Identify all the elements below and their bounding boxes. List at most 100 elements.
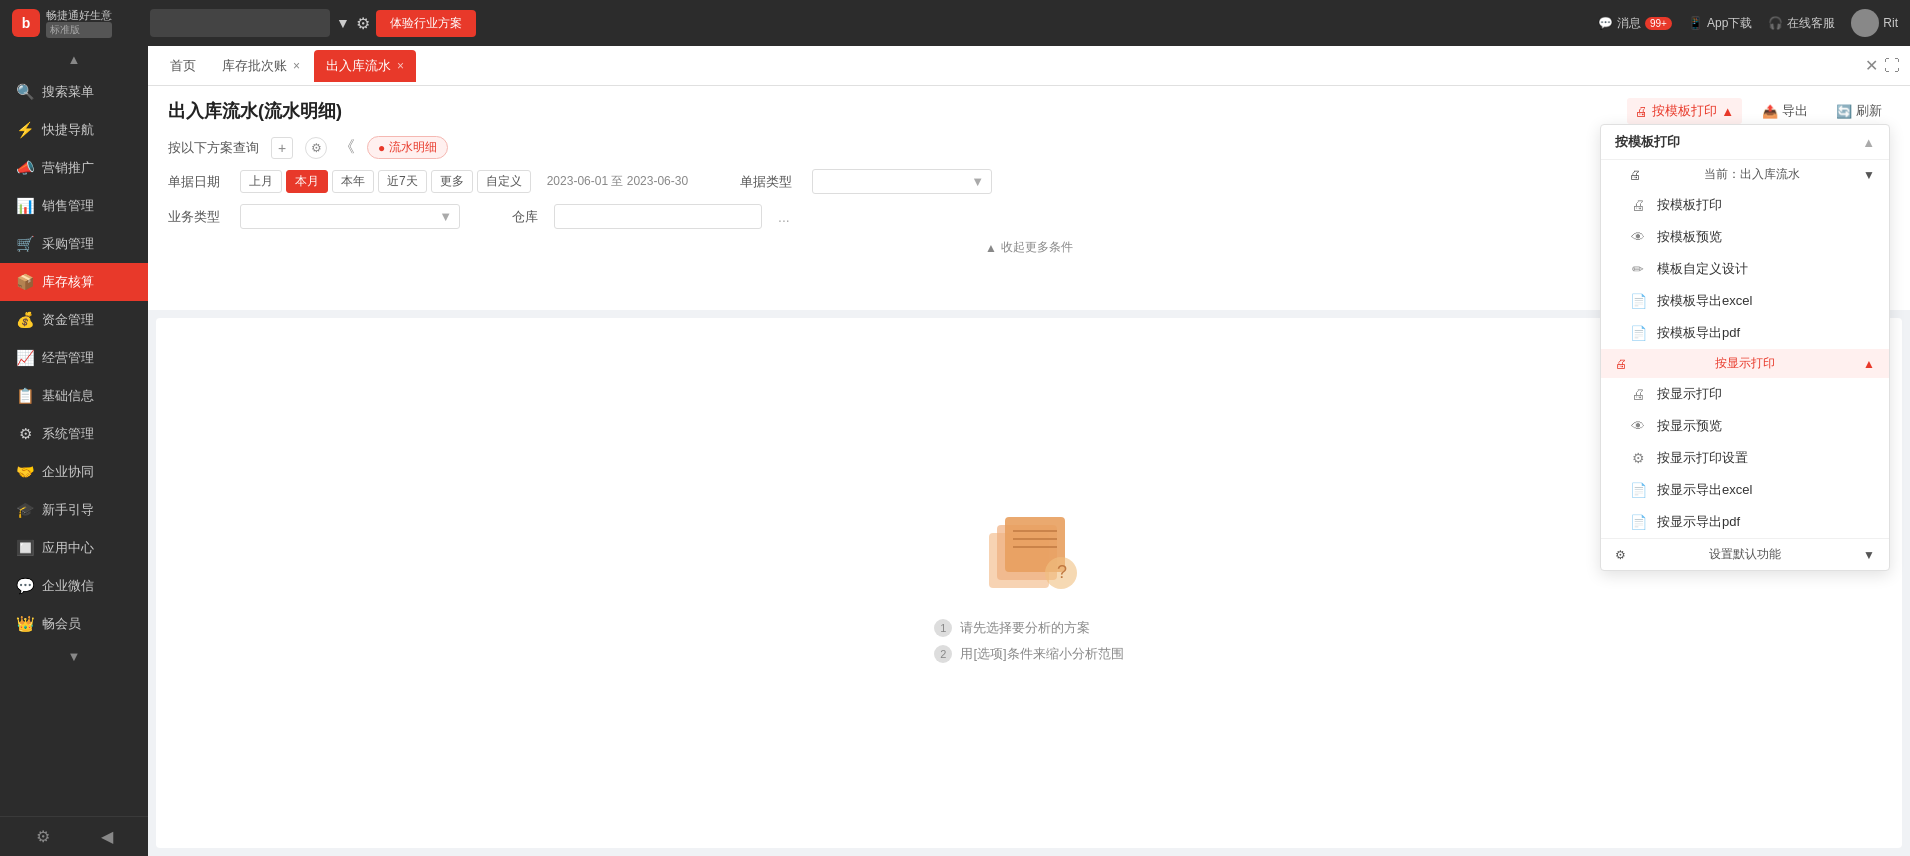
dropdown-item-template-pdf[interactable]: 📄 按模板导出pdf xyxy=(1601,317,1889,349)
marketing-icon: 📣 xyxy=(16,159,34,177)
app-download-label: App下载 xyxy=(1707,15,1752,32)
sidebar-item-label: 基础信息 xyxy=(42,387,94,405)
display-section-icon: 🖨 xyxy=(1615,357,1627,371)
dropdown-chevron-up[interactable]: ▲ xyxy=(1862,135,1875,150)
sidebar-item-label: 经营管理 xyxy=(42,349,94,367)
tab-inout-flow[interactable]: 出入库流水 × xyxy=(314,50,416,82)
template-print-btn[interactable]: 🖨 按模板打印 ▲ xyxy=(1627,98,1742,124)
sidebar-item-marketing[interactable]: 📣 营销推广 xyxy=(0,149,148,187)
dropdown-item-display-print-settings[interactable]: ⚙ 按显示打印设置 xyxy=(1601,442,1889,474)
date-btn-last-month[interactable]: 上月 xyxy=(240,170,282,193)
sidebar-item-inventory[interactable]: 📦 库存核算 xyxy=(0,263,148,301)
warehouse-label: 仓库 xyxy=(512,208,542,226)
dropdown-panel: 按模板打印 ▲ 🖨 当前：出入库流水 ▼ 🖨 按模板打印 👁 按模 xyxy=(1600,124,1890,571)
tab-bar-close-btn[interactable]: ✕ xyxy=(1865,56,1878,75)
sidebar-settings-btn[interactable]: ⚙ xyxy=(36,827,50,846)
warehouse-input[interactable] xyxy=(554,204,762,229)
biz-type-label: 业务类型 xyxy=(168,208,228,226)
quick-nav-icon: ⚡ xyxy=(16,121,34,139)
sidebar-item-quick-nav[interactable]: ⚡ 快捷导航 xyxy=(0,111,148,149)
date-btn-more[interactable]: 更多 xyxy=(431,170,473,193)
date-btn-custom[interactable]: 自定义 xyxy=(477,170,531,193)
filter-query-label: 按以下方案查询 xyxy=(168,139,259,157)
sidebar-item-basic-info[interactable]: 📋 基础信息 xyxy=(0,377,148,415)
filter-settings-btn[interactable]: ⚙ xyxy=(305,137,327,159)
sidebar-item-label: 畅会员 xyxy=(42,615,81,633)
step-num-1: 1 xyxy=(934,619,952,637)
settings-default-icon: ⚙ xyxy=(1615,548,1626,562)
empty-illustration: ? xyxy=(969,503,1089,603)
search-input[interactable] xyxy=(150,9,330,37)
sidebar-item-guide[interactable]: 🎓 新手引导 xyxy=(0,491,148,529)
online-service-btn[interactable]: 🎧 在线客服 xyxy=(1768,15,1835,32)
tab-inout-flow-close[interactable]: × xyxy=(397,59,404,73)
display-print-settings-label: 按显示打印设置 xyxy=(1657,449,1748,467)
tab-home[interactable]: 首页 xyxy=(158,50,208,82)
dropdown-item-template-preview[interactable]: 👁 按模板预览 xyxy=(1601,221,1889,253)
empty-step-1: 1 请先选择要分析的方案 xyxy=(934,619,1123,637)
date-btn-this-month[interactable]: 本月 xyxy=(286,170,328,193)
tab-inventory-batch-close[interactable]: × xyxy=(293,59,300,73)
warehouse-more-btn[interactable]: ... xyxy=(778,209,790,225)
sidebar-scroll-down[interactable]: ▼ xyxy=(0,643,148,670)
app-download-btn[interactable]: 📱 App下载 xyxy=(1688,15,1752,32)
template-pdf-icon: 📄 xyxy=(1629,325,1647,341)
sidebar-item-cooperation[interactable]: 🤝 企业协同 xyxy=(0,453,148,491)
sidebar-item-member[interactable]: 👑 畅会员 xyxy=(0,605,148,643)
sidebar-item-finance[interactable]: 💰 资金管理 xyxy=(0,301,148,339)
sidebar-item-label: 营销推广 xyxy=(42,159,94,177)
dropdown-footer-default[interactable]: ⚙ 设置默认功能 ▼ xyxy=(1601,538,1889,570)
sidebar-bottom: ⚙ ◀ xyxy=(0,816,148,856)
sidebar-item-app-center[interactable]: 🔲 应用中心 xyxy=(0,529,148,567)
tab-bar-expand-btn[interactable]: ⛶ xyxy=(1884,57,1900,75)
sidebar-item-wechat[interactable]: 💬 企业微信 xyxy=(0,567,148,605)
dropdown-item-display-preview[interactable]: 👁 按显示预览 xyxy=(1601,410,1889,442)
header-gear-btn[interactable]: ⚙ xyxy=(356,14,370,33)
user-area[interactable]: Rit xyxy=(1851,9,1898,37)
template-custom-icon: ✏ xyxy=(1629,261,1647,277)
dropdown-item-display-excel[interactable]: 📄 按显示导出excel xyxy=(1601,474,1889,506)
sidebar-item-purchase[interactable]: 🛒 采购管理 xyxy=(0,225,148,263)
finance-icon: 💰 xyxy=(16,311,34,329)
dropdown-title: 按模板打印 xyxy=(1615,133,1680,151)
message-badge: 99+ xyxy=(1645,17,1672,30)
dropdown-item-display-print[interactable]: 🖨 按显示打印 xyxy=(1601,378,1889,410)
empty-steps: 1 请先选择要分析的方案 2 用[选项]条件来缩小分析范围 xyxy=(934,619,1123,663)
collapse-more-btn[interactable]: ▲ 收起更多条件 xyxy=(985,239,1073,256)
biz-type-select[interactable] xyxy=(240,204,460,229)
doc-type-select[interactable] xyxy=(812,169,992,194)
display-print-settings-icon: ⚙ xyxy=(1629,450,1647,466)
sidebar-collapse-btn[interactable]: ◀ xyxy=(101,827,113,846)
message-icon: 💬 xyxy=(1598,16,1613,30)
dropdown-item-template-excel[interactable]: 📄 按模板导出excel xyxy=(1601,285,1889,317)
sidebar-item-operations[interactable]: 📈 经营管理 xyxy=(0,339,148,377)
filter-add-btn[interactable]: + xyxy=(271,137,293,159)
sidebar-scroll-up[interactable]: ▲ xyxy=(0,46,148,73)
dropdown-current-arrow: ▼ xyxy=(1863,168,1875,182)
basic-info-icon: 📋 xyxy=(16,387,34,405)
refresh-btn[interactable]: 🔄 刷新 xyxy=(1828,98,1890,124)
display-excel-icon: 📄 xyxy=(1629,482,1647,498)
template-excel-icon: 📄 xyxy=(1629,293,1647,309)
template-custom-label: 模板自定义设计 xyxy=(1657,260,1748,278)
dropdown-current-section[interactable]: 🖨 当前：出入库流水 ▼ xyxy=(1601,160,1889,189)
dropdown-display-section-header[interactable]: 🖨 按显示打印 ▲ xyxy=(1601,349,1889,378)
industry-btn[interactable]: 体验行业方案 xyxy=(376,10,476,37)
search-dropdown-btn[interactable]: ▼ xyxy=(336,15,350,31)
sidebar-item-system[interactable]: ⚙ 系统管理 xyxy=(0,415,148,453)
tab-inventory-batch[interactable]: 库存批次账 × xyxy=(210,50,312,82)
dropdown-item-template-print[interactable]: 🖨 按模板打印 xyxy=(1601,189,1889,221)
sidebar-item-sales[interactable]: 📊 销售管理 xyxy=(0,187,148,225)
message-btn[interactable]: 💬 消息 99+ xyxy=(1598,15,1672,32)
filter-collapse-left-btn[interactable]: 《 xyxy=(339,137,355,158)
export-btn[interactable]: 📤 导出 xyxy=(1754,98,1816,124)
doc-type-filter-label: 单据类型 xyxy=(740,173,800,191)
date-btn-last-7days[interactable]: 近7天 xyxy=(378,170,427,193)
date-btn-this-year[interactable]: 本年 xyxy=(332,170,374,193)
dropdown-item-display-pdf[interactable]: 📄 按显示导出pdf xyxy=(1601,506,1889,538)
sidebar-item-search-menu[interactable]: 🔍 搜索菜单 xyxy=(0,73,148,111)
app-center-icon: 🔲 xyxy=(16,539,34,557)
sidebar-item-label: 销售管理 xyxy=(42,197,94,215)
dropdown-item-template-custom[interactable]: ✏ 模板自定义设计 xyxy=(1601,253,1889,285)
inventory-icon: 📦 xyxy=(16,273,34,291)
